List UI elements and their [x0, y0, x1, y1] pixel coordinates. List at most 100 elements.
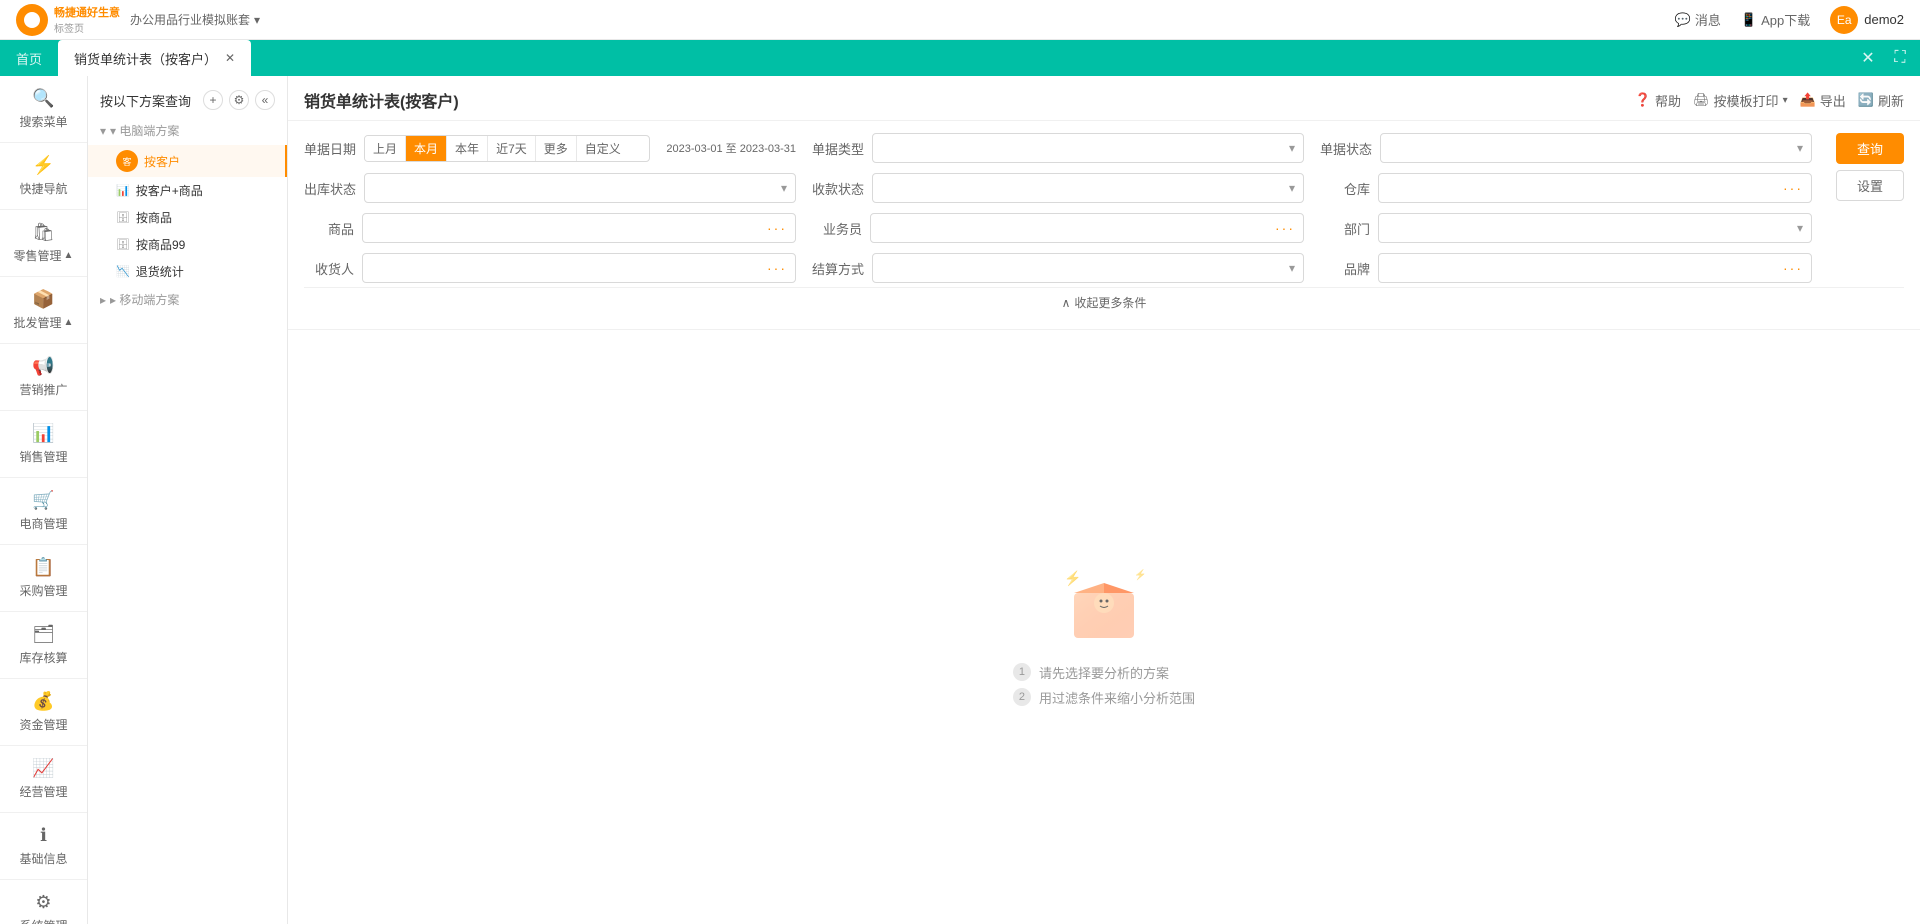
department-chevron: ▾: [1797, 221, 1803, 235]
empty-tip-2: 2 用过滤条件来缩小分析范围: [1013, 688, 1195, 707]
svg-text:⚡: ⚡: [1134, 568, 1146, 581]
filter-settlement: 结算方式 ▾: [812, 253, 1304, 283]
tree-item-by-goods-99[interactable]: 🗄 按商品99: [88, 231, 287, 258]
collapse-filters-btn[interactable]: ∧ 收起更多条件: [304, 287, 1904, 317]
bill-type-control[interactable]: ▾: [872, 133, 1304, 163]
out-status-chevron: ▾: [781, 181, 787, 195]
date-this-year[interactable]: 本年: [447, 136, 488, 161]
page-header: 销货单统计表(按客户) ❓ 帮助 🖨 按模板打印 ▾ 📤 导出: [288, 76, 1920, 121]
avatar: Ea: [1830, 6, 1858, 34]
collection-control[interactable]: ▾: [872, 173, 1304, 203]
settlement-chevron: ▾: [1289, 261, 1295, 275]
sidebar-item-inventory[interactable]: 🗂 库存核算: [0, 612, 87, 679]
sidebar-item-basic-info[interactable]: ℹ 基础信息: [0, 813, 87, 880]
sidebar-item-sales-mgmt[interactable]: 📊 销售管理: [0, 411, 87, 478]
customer-goods-icon: 📊: [116, 184, 130, 197]
empty-illustration: ⚡ ⚡: [1044, 548, 1164, 651]
refresh-btn[interactable]: 🔄 刷新: [1858, 91, 1904, 110]
date-last-7-days[interactable]: 近7天: [488, 136, 536, 161]
date-more[interactable]: 更多: [536, 136, 577, 161]
brand-control[interactable]: ···: [1378, 253, 1812, 283]
sidebar-item-search-menu[interactable]: 🔍 搜索菜单: [0, 76, 87, 143]
export-btn[interactable]: 📤 导出: [1800, 91, 1846, 110]
tree-item-by-customer[interactable]: 客 按客户: [88, 145, 287, 177]
sidebar-item-purchase[interactable]: 📋 采购管理: [0, 545, 87, 612]
message-icon: 💬: [1675, 12, 1691, 28]
sales-icon: 📊: [32, 423, 54, 444]
date-range: 2023-03-01 至 2023-03-31: [666, 140, 796, 156]
settings-btn[interactable]: 设置: [1836, 170, 1904, 201]
date-custom[interactable]: 自定义: [577, 136, 629, 161]
sidebar-item-quick-nav[interactable]: ⚡ 快捷导航: [0, 143, 87, 210]
filter-main: 单据日期 上月 本月 本年 近7天 更多 自定义: [304, 133, 1904, 283]
user-area[interactable]: Ea demo2: [1830, 6, 1904, 34]
search-menu-icon: 🔍: [32, 88, 54, 109]
ecommerce-icon: 🛒: [32, 490, 54, 511]
query-btn[interactable]: 查询: [1836, 133, 1904, 164]
date-this-month[interactable]: 本月: [406, 136, 447, 161]
collection-label: 收款状态: [812, 179, 864, 198]
empty-tips: 1 请先选择要分析的方案 2 用过滤条件来缩小分析范围: [1013, 663, 1195, 707]
marketing-icon: 📢: [32, 356, 54, 377]
tab-home[interactable]: 首页: [0, 40, 58, 76]
collapse-icon: «: [262, 93, 269, 107]
goods99-icon: 🗄: [116, 238, 130, 251]
bill-status-chevron: ▾: [1797, 141, 1803, 155]
collection-chevron: ▾: [1289, 181, 1295, 195]
page-title: 销货单统计表(按客户): [304, 88, 459, 112]
tab-sales-stats[interactable]: 销货单统计表（按客户） ✕: [58, 40, 251, 76]
refresh-icon: 🔄: [1858, 92, 1874, 108]
filter-date: 单据日期 上月 本月 本年 近7天 更多 自定义: [304, 135, 796, 162]
template-print-btn[interactable]: 🖨 按模板打印 ▾: [1693, 91, 1788, 110]
goods-control[interactable]: ···: [362, 213, 796, 243]
add-scheme-btn[interactable]: +: [203, 90, 223, 110]
sidebar-item-marketing[interactable]: 📢 营销推广: [0, 344, 87, 411]
tab-expand-btn[interactable]: ⛶: [1888, 46, 1912, 70]
tree-item-by-customer-goods[interactable]: 📊 按客户+商品: [88, 177, 287, 204]
goods-label: 商品: [304, 219, 354, 238]
page-actions: ❓ 帮助 🖨 按模板打印 ▾ 📤 导出 🔄 刷新: [1635, 91, 1904, 110]
filter-department: 部门 ▾: [1320, 213, 1812, 243]
collapse-panel-btn[interactable]: «: [255, 90, 275, 110]
salesperson-control[interactable]: ···: [870, 213, 1304, 243]
app-icon: 📱: [1741, 12, 1757, 28]
salesperson-dots: ···: [1275, 220, 1295, 236]
filter-salesperson: 业务员 ···: [812, 213, 1304, 243]
date-controls: 上月 本月 本年 近7天 更多 自定义 2023-03-01 至 2023-03…: [364, 135, 796, 162]
retail-icon: 🛍: [32, 222, 55, 243]
tree-desktop-section[interactable]: ▾ ▾ 电脑端方案: [88, 116, 287, 145]
app-download-action[interactable]: 📱 App下载: [1741, 10, 1810, 29]
filter-bill-type: 单据类型 ▾: [812, 133, 1304, 163]
out-status-control[interactable]: ▾: [364, 173, 796, 203]
svg-text:好: 好: [27, 16, 35, 26]
settlement-control[interactable]: ▾: [872, 253, 1304, 283]
tab-close-btn[interactable]: ✕: [1856, 46, 1880, 70]
sidebar-item-ecommerce[interactable]: 🛒 电商管理: [0, 478, 87, 545]
sidebar-item-wholesale-mgmt[interactable]: 📦 批发管理 ▲: [0, 277, 87, 344]
empty-tip-1: 1 请先选择要分析的方案: [1013, 663, 1195, 682]
header-left: 好 畅捷通好生意 标签页 办公用品行业模拟账套 ▾: [16, 4, 260, 36]
tree-item-return-stats[interactable]: 📉 退货统计: [88, 258, 287, 285]
sidebar-item-system[interactable]: ⚙ 系统管理: [0, 880, 87, 924]
add-icon: +: [209, 93, 216, 107]
settings-scheme-btn[interactable]: ⚙: [229, 90, 249, 110]
message-action[interactable]: 💬 消息: [1675, 10, 1721, 29]
bill-status-control[interactable]: ▾: [1380, 133, 1812, 163]
help-btn[interactable]: ❓ 帮助: [1635, 91, 1681, 110]
sidebar-item-finance[interactable]: 💰 资金管理: [0, 679, 87, 746]
system-name[interactable]: 办公用品行业模拟账套 ▾: [130, 11, 260, 28]
recipient-dots: ···: [767, 260, 787, 276]
sidebar-item-operation[interactable]: 📈 经营管理: [0, 746, 87, 813]
recipient-control[interactable]: ···: [362, 253, 796, 283]
warehouse-control[interactable]: ···: [1378, 173, 1812, 203]
system-icon: ⚙: [35, 892, 51, 913]
system-dropdown-icon: ▾: [254, 13, 260, 27]
empty-state: ⚡ ⚡ 1 请先选择要分析的方案 2 用过滤条件来缩小分析范围: [288, 330, 1920, 924]
date-last-month[interactable]: 上月: [365, 136, 406, 161]
sidebar-item-retail-mgmt[interactable]: 🛍 零售管理 ▲: [0, 210, 87, 277]
operation-icon: 📈: [32, 758, 54, 779]
tree-mobile-section[interactable]: ▸ ▸ 移动端方案: [88, 285, 287, 314]
department-control[interactable]: ▾: [1378, 213, 1812, 243]
tab-close-icon[interactable]: ✕: [225, 51, 235, 65]
tree-item-by-goods[interactable]: 🗄 按商品: [88, 204, 287, 231]
